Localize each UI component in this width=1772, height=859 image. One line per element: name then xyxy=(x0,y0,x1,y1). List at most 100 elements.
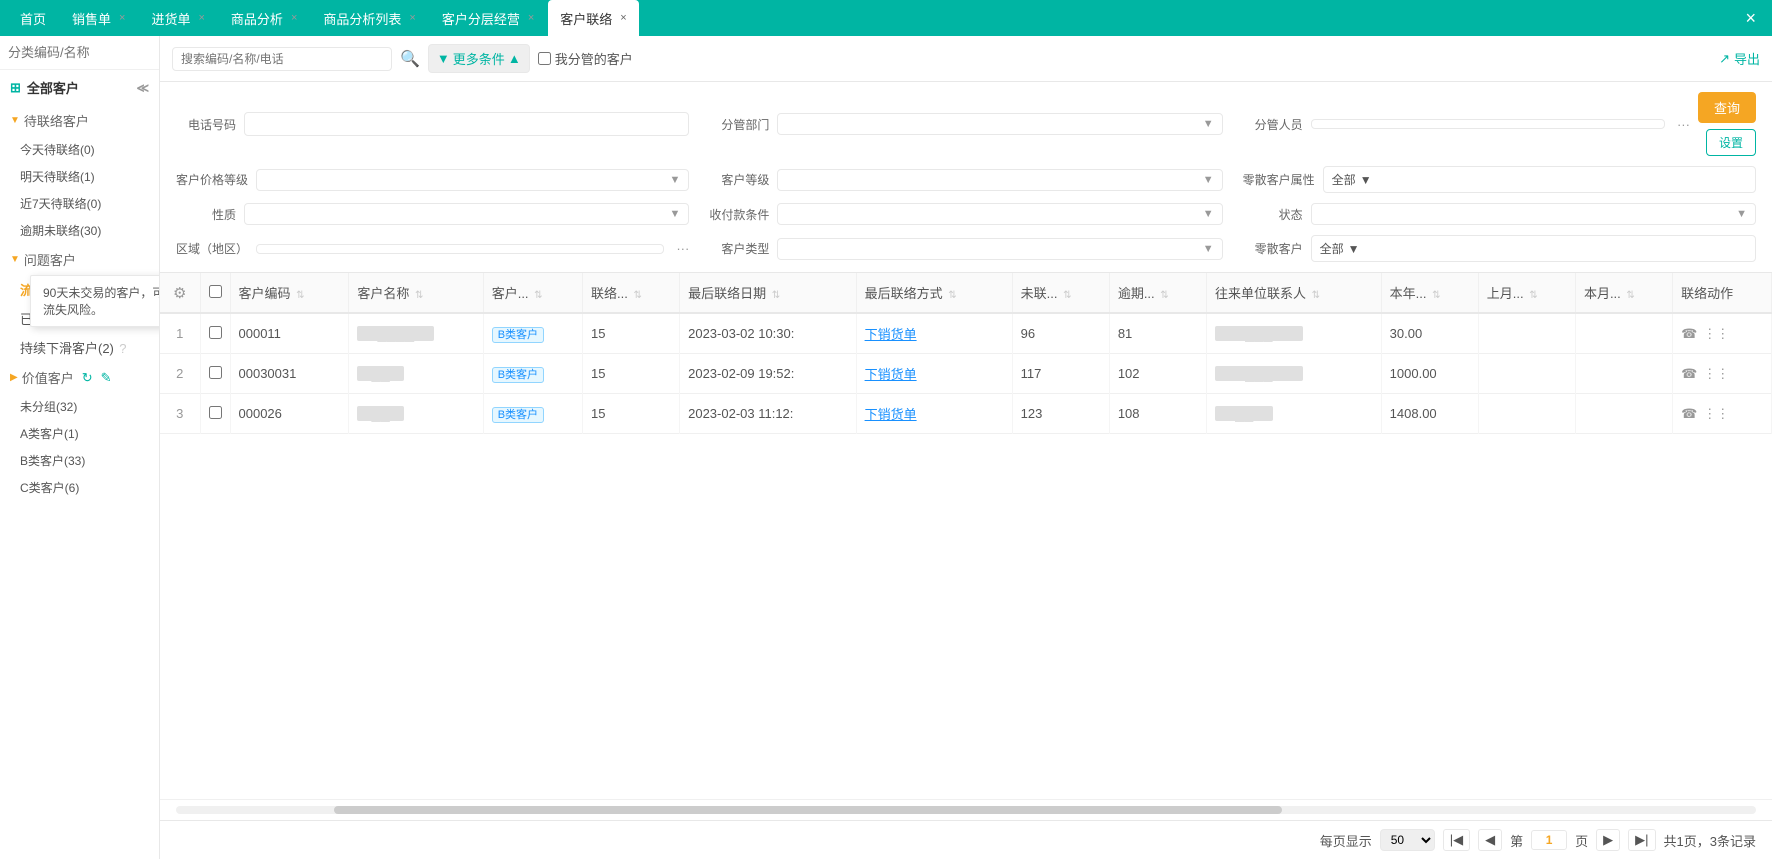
sidebar-collapse-icon[interactable]: ≪ xyxy=(136,81,149,95)
th-type-label: 客户... xyxy=(492,286,529,301)
sidebar-item-ungrouped[interactable]: 未分组(32) xyxy=(0,393,159,420)
prev-page-btn[interactable]: ◀ xyxy=(1478,829,1502,851)
row-2-index: 2 xyxy=(160,354,200,394)
more-filter-button[interactable]: ▼ 更多条件 ▲ xyxy=(428,44,530,73)
filter-retail-attr-label: 零散客户属性 xyxy=(1243,171,1315,188)
th-this-year-sort[interactable]: ⇅ xyxy=(1432,290,1440,301)
filter-region-dots[interactable]: ··· xyxy=(676,241,689,256)
per-page-select[interactable]: 50 20 100 xyxy=(1380,829,1435,851)
sidebar-group-problem[interactable]: ▼ 问题客户 xyxy=(0,244,159,275)
sidebar-item-classB[interactable]: B类客户(33) xyxy=(0,447,159,474)
close-window-btn[interactable]: × xyxy=(1737,8,1764,29)
th-overdue-sort[interactable]: ⇅ xyxy=(1160,290,1168,301)
group-value-edit-icon[interactable]: ✎ xyxy=(101,370,112,386)
sidebar-item-7days[interactable]: 近7天待联络(0) xyxy=(0,190,159,217)
sidebar-group-value[interactable]: ▶ 价值客户 ↻ ✎ xyxy=(0,362,159,393)
row-2-this-year: 1000.00 xyxy=(1381,354,1478,394)
sidebar-item-tomorrow[interactable]: 明天待联络(1) xyxy=(0,163,159,190)
th-last-month-sort[interactable]: ⇅ xyxy=(1529,290,1537,301)
tab-home[interactable]: 首页 xyxy=(8,0,58,36)
my-customers-checkbox[interactable] xyxy=(538,52,551,65)
row-3-contact-icon[interactable]: ☎ xyxy=(1681,406,1697,422)
group-value-refresh-icon[interactable]: ↻ xyxy=(82,370,93,386)
sidebar-item-declining[interactable]: 持续下滑客户(2) ? xyxy=(0,333,159,362)
last-page-btn[interactable]: ▶| xyxy=(1628,829,1655,851)
settings-button[interactable]: 设置 xyxy=(1706,129,1756,156)
select-all-checkbox[interactable] xyxy=(209,285,222,298)
sidebar-item-classA[interactable]: A类客户(1) xyxy=(0,420,159,447)
tab-customer-contact-close[interactable]: × xyxy=(620,12,626,24)
tab-analysis-close[interactable]: × xyxy=(291,12,297,24)
th-type-sort[interactable]: ⇅ xyxy=(534,290,542,301)
tab-customer-tier-close[interactable]: × xyxy=(528,12,534,24)
tab-purchase[interactable]: 进货单 × xyxy=(139,0,216,36)
tab-purchase-close[interactable]: × xyxy=(198,12,204,24)
th-contact-person-sort[interactable]: ⇅ xyxy=(1312,290,1320,301)
group-pending-triangle: ▼ xyxy=(10,115,20,126)
row-1-more-icon[interactable]: ⋮⋮ xyxy=(1703,326,1729,342)
th-code-sort[interactable]: ⇅ xyxy=(296,290,304,301)
row-1-check[interactable] xyxy=(209,326,222,339)
filter-payment-select[interactable]: ▼ xyxy=(777,203,1222,225)
tab-sales-close[interactable]: × xyxy=(119,12,125,24)
filter-customer-type-label: 客户类型 xyxy=(709,240,769,257)
filter-retail-attr-select[interactable]: 全部 ▼ xyxy=(1323,166,1756,193)
sidebar-search-input[interactable] xyxy=(8,45,160,60)
th-last-method-sort[interactable]: ⇅ xyxy=(948,290,956,301)
th-last-month-label: 上月... xyxy=(1487,286,1524,301)
row-2-check[interactable] xyxy=(209,366,222,379)
row-3-check[interactable] xyxy=(209,406,222,419)
search-button[interactable]: 🔍 xyxy=(400,49,420,69)
row-3-more-icon[interactable]: ⋮⋮ xyxy=(1703,406,1729,422)
th-contact-sort[interactable]: ⇅ xyxy=(633,290,641,301)
th-name-sort[interactable]: ⇅ xyxy=(415,290,423,301)
my-customers-checkbox-label[interactable]: 我分管的客户 xyxy=(538,49,633,68)
filter-customer-type-select[interactable]: ▼ xyxy=(777,238,1222,260)
filter-retail-customer-prefix: 全部 xyxy=(1320,240,1344,257)
tab-customer-tier[interactable]: 客户分层经营 × xyxy=(430,0,546,36)
first-page-btn[interactable]: |◀ xyxy=(1443,829,1470,851)
filter-phone-input[interactable] xyxy=(244,112,689,136)
th-this-month-sort[interactable]: ⇅ xyxy=(1626,290,1634,301)
row-1-type: B类客户 xyxy=(483,313,582,354)
th-last-date-sort[interactable]: ⇅ xyxy=(772,290,780,301)
tab-analysis-list[interactable]: 商品分析列表 × xyxy=(311,0,427,36)
sidebar-group-pending[interactable]: ▼ 待联络客户 xyxy=(0,105,159,136)
export-button[interactable]: ↗ 导出 xyxy=(1719,49,1760,68)
th-this-year-label: 本年... xyxy=(1390,286,1427,301)
filter-person-select[interactable] xyxy=(1311,119,1665,129)
filter-dept-select[interactable]: ▼ xyxy=(777,113,1222,135)
th-this-month: 本月... ⇅ xyxy=(1575,273,1672,313)
filter-nature-select[interactable]: ▼ xyxy=(244,203,689,225)
tab-customer-contact[interactable]: 客户联络 × xyxy=(548,0,638,36)
pagination: 每页显示 50 20 100 |◀ ◀ 第 页 ▶ ▶| 共1页，3条记录 xyxy=(160,820,1772,859)
filter-retail-customer-select[interactable]: 全部 ▼ xyxy=(1311,235,1756,262)
sidebar-item-today[interactable]: 今天待联络(0) xyxy=(0,136,159,163)
tab-analysis[interactable]: 商品分析 × xyxy=(219,0,309,36)
filter-price-level-select[interactable]: ▼ xyxy=(256,169,689,191)
sidebar-item-classC[interactable]: C类客户(6) xyxy=(0,474,159,501)
filter-person-dots[interactable]: ··· xyxy=(1677,117,1690,132)
scroll-track[interactable] xyxy=(176,806,1756,814)
sidebar-all-customers[interactable]: ⊞ 全部客户 ≪ xyxy=(0,70,159,105)
filter-customer-level-select[interactable]: ▼ xyxy=(777,169,1222,191)
group-value-label: 价值客户 xyxy=(22,368,74,387)
filter-bar: 🔍 ▼ 更多条件 ▲ 我分管的客户 ↗ 导出 xyxy=(160,36,1772,82)
filter-panel: 电话号码 分管部门 ▼ 分管人员 ··· 查询 设置 xyxy=(160,82,1772,273)
sidebar-item-overdue[interactable]: 逾期未联络(30) xyxy=(0,217,159,244)
row-1-contact-icon[interactable]: ☎ xyxy=(1681,326,1697,342)
table-settings-icon[interactable]: ⚙ xyxy=(173,285,186,302)
query-button[interactable]: 查询 xyxy=(1698,92,1756,123)
page-number-input[interactable] xyxy=(1531,830,1567,850)
search-input[interactable] xyxy=(172,47,392,71)
row-2-contact-icon[interactable]: ☎ xyxy=(1681,366,1697,382)
tab-sales[interactable]: 销售单 × xyxy=(60,0,137,36)
scroll-thumb[interactable] xyxy=(334,806,1282,814)
th-no-contact-sort[interactable]: ⇅ xyxy=(1063,290,1071,301)
filter-retail-attr: 零散客户属性 全部 ▼ xyxy=(1243,166,1756,193)
row-2-more-icon[interactable]: ⋮⋮ xyxy=(1703,366,1729,382)
filter-region-select[interactable] xyxy=(256,244,664,254)
filter-status-select[interactable]: ▼ xyxy=(1311,203,1756,225)
tab-analysis-list-close[interactable]: × xyxy=(409,12,415,24)
next-page-btn[interactable]: ▶ xyxy=(1596,829,1620,851)
